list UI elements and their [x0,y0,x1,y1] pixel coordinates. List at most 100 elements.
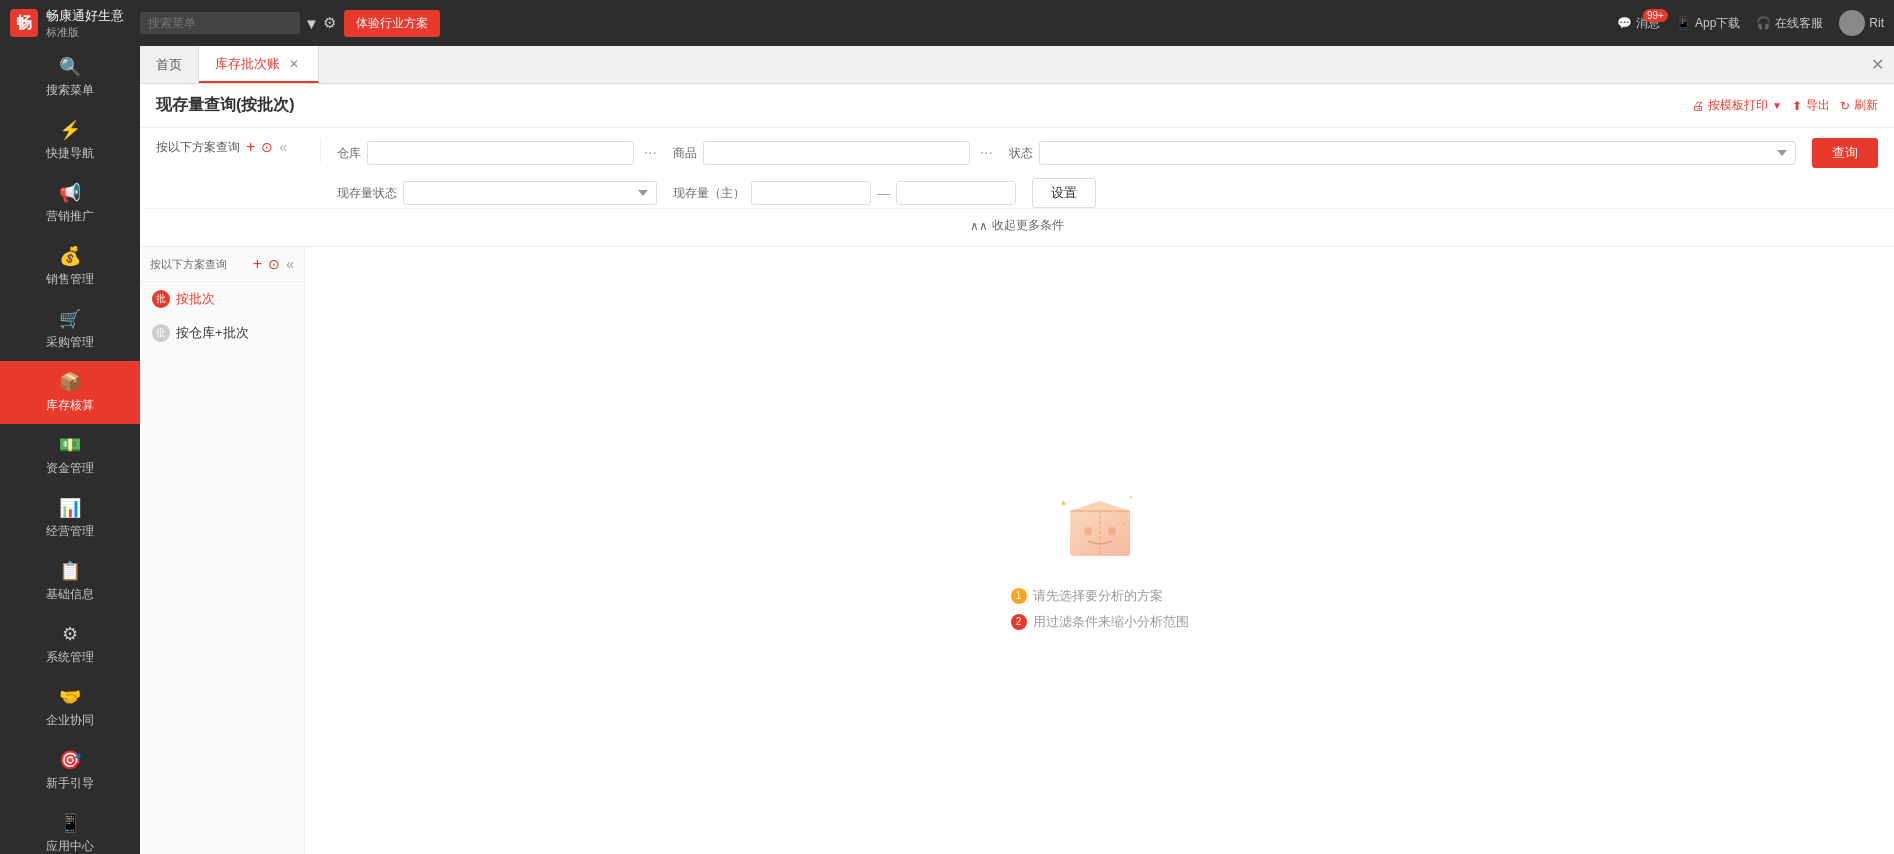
print-icon: 🖨 [1692,99,1704,113]
scheme-header-actions: + ⊙ « [253,255,294,273]
sidebar-item-inventory[interactable]: 📦 库存核算 [0,361,140,424]
topbar-settings-btn[interactable]: ⚙ [323,14,336,32]
sidebar-item-finance[interactable]: 💵 资金管理 [0,424,140,487]
tip2-text: 用过滤条件来缩小分析范围 [1033,613,1189,631]
newbie-icon: 🎯 [59,749,81,771]
enterprise-icon: 🤝 [59,686,81,708]
sales-icon: 💰 [59,245,81,267]
sidebar-item-marketing[interactable]: 📢 营销推广 [0,172,140,235]
industry-btn[interactable]: 体验行业方案 [344,10,440,37]
tip1-num: 1 [1011,588,1027,604]
print-dropdown-icon[interactable]: ▼ [1772,100,1782,111]
scheme-by-warehouse-batch-icon: 批 [152,324,170,342]
refresh-btn[interactable]: ↻ 刷新 [1840,97,1878,114]
sidebar-item-label: 企业协同 [46,712,94,729]
export-icon: ⬆ [1792,99,1802,113]
online-service-label: 在线客服 [1775,15,1823,32]
app-download-icon: 📱 [1676,16,1691,30]
page-header: 现存量查询(按批次) 🖨 按模板打印 ▼ ⬆ 导出 ↻ 刷新 [140,84,1894,128]
status-select[interactable] [1039,141,1796,165]
refresh-label: 刷新 [1854,97,1878,114]
page-title: 现存量查询(按批次) [156,95,295,116]
sidebar-item-purchase[interactable]: 🛒 采购管理 [0,298,140,361]
topbar-right: 💬 消息 99+ 📱 App下载 🎧 在线客服 Rit [1617,10,1884,36]
quick-nav-icon: ⚡ [59,119,81,141]
settings-btn[interactable]: 设置 [1032,178,1096,208]
scheme-by-batch-icon: 批 [152,290,170,308]
print-label: 按模板打印 [1708,97,1768,114]
content-area: 首页 库存批次账 ✕ ✕ 现存量查询(按批次) 🖨 按模板打印 ▼ ⬆ [140,46,1894,854]
sidebar-item-app-center[interactable]: 📱 应用中心 [0,802,140,854]
collapse-btn[interactable]: ∧∧ 收起更多条件 [962,213,1072,238]
print-btn[interactable]: 🖨 按模板打印 ▼ [1692,97,1782,114]
export-btn[interactable]: ⬆ 导出 [1792,97,1830,114]
sidebar-item-operations[interactable]: 📊 经营管理 [0,487,140,550]
tab-close-right-btn[interactable]: ✕ [1871,55,1884,74]
search-input[interactable] [140,12,300,34]
product-input[interactable] [703,141,970,165]
scheme-add-btn[interactable]: + [253,255,262,273]
sidebar-item-enterprise[interactable]: 🤝 企业协同 [0,676,140,739]
warehouse-input[interactable] [367,141,634,165]
query-main: 按以下方案查询 + ⊙ « 批 按批次 批 按仓库+批次 [140,247,1894,854]
stock-status-select[interactable] [403,181,657,205]
purchase-icon: 🛒 [59,308,81,330]
empty-tip-2: 2 用过滤条件来缩小分析范围 [1011,613,1189,631]
message-badge: 99+ [1643,9,1668,22]
page-actions: 🖨 按模板打印 ▼ ⬆ 导出 ↻ 刷新 [1692,97,1878,114]
sidebar-item-label: 营销推广 [46,208,94,225]
main-layout: 🔍 搜索菜单 ⚡ 快捷导航 📢 营销推广 💰 销售管理 🛒 采购管理 📦 库存核… [0,46,1894,854]
filter-scheme-settings-icon[interactable]: ⊙ [261,139,273,155]
product-more-btn[interactable]: ··· [980,144,993,162]
scheme-panel-header: 按以下方案查询 + ⊙ « [140,247,304,282]
warehouse-more-btn[interactable]: ··· [644,144,657,162]
tab-panel-right: ✕ [1871,46,1894,83]
filter-add-icon[interactable]: + [246,138,255,156]
tabbar: 首页 库存批次账 ✕ ✕ [140,46,1894,84]
sidebar-item-label: 新手引导 [46,775,94,792]
empty-tips: 1 请先选择要分析的方案 2 用过滤条件来缩小分析范围 [1011,587,1189,631]
collapse-up-icon: ∧∧ [970,219,988,233]
scheme-header-label: 按以下方案查询 [150,257,227,272]
query-btn[interactable]: 查询 [1812,138,1878,168]
topbar: 畅 畅康通好生意 标准版 ▼ ⚙ 体验行业方案 💬 消息 99+ 📱 App下载… [0,0,1894,46]
inventory-icon: 📦 [59,371,81,393]
sidebar-item-newbie[interactable]: 🎯 新手引导 [0,739,140,802]
svg-marker-1 [1070,501,1130,511]
tab-home[interactable]: 首页 [140,46,199,83]
status-label: 状态 [1009,145,1033,162]
svg-text:★: ★ [1060,499,1067,508]
finance-icon: 💵 [59,434,81,456]
sidebar-item-label: 基础信息 [46,586,94,603]
scheme-by-batch-label: 按批次 [176,290,215,308]
app-download-btn[interactable]: 📱 App下载 [1676,15,1740,32]
svg-text:★: ★ [1128,494,1133,500]
warehouse-label: 仓库 [337,145,361,162]
topbar-brand-info: 畅康通好生意 标准版 [46,7,124,40]
scheme-item-by-batch[interactable]: 批 按批次 [140,282,304,316]
topbar-dropdown-icon[interactable]: ▼ [304,15,319,32]
stock-quantity-from[interactable] [751,181,871,205]
user-area[interactable]: Rit [1839,10,1884,36]
sidebar-item-system[interactable]: ⚙ 系统管理 [0,613,140,676]
system-icon: ⚙ [62,623,78,645]
scheme-item-by-warehouse-batch[interactable]: 批 按仓库+批次 [140,316,304,350]
filter-area: 按以下方案查询 + ⊙ « 仓库 ··· [140,128,1894,247]
sidebar-item-quick-nav[interactable]: ⚡ 快捷导航 [0,109,140,172]
result-area: ★ ★ ★ 1 请先选择要分析的方案 2 用过滤条件来缩小分析范围 [305,247,1894,854]
sidebar-item-search[interactable]: 🔍 搜索菜单 [0,46,140,109]
tab-inventory-batch-label: 库存批次账 [215,55,280,73]
sidebar-item-sales[interactable]: 💰 销售管理 [0,235,140,298]
filter-collapse-left-icon[interactable]: « [279,139,287,155]
stock-quantity-to[interactable] [896,181,1016,205]
tab-inventory-batch[interactable]: 库存批次账 ✕ [199,46,319,83]
message-btn[interactable]: 💬 消息 99+ [1617,15,1660,32]
tip1-text: 请先选择要分析的方案 [1033,587,1163,605]
scheme-settings-btn[interactable]: ⊙ [268,256,280,272]
operations-icon: 📊 [59,497,81,519]
svg-point-4 [1084,527,1092,535]
scheme-collapse-btn[interactable]: « [286,256,294,272]
online-service-btn[interactable]: 🎧 在线客服 [1756,15,1823,32]
sidebar-item-basics[interactable]: 📋 基础信息 [0,550,140,613]
tab-close-btn[interactable]: ✕ [286,57,302,71]
